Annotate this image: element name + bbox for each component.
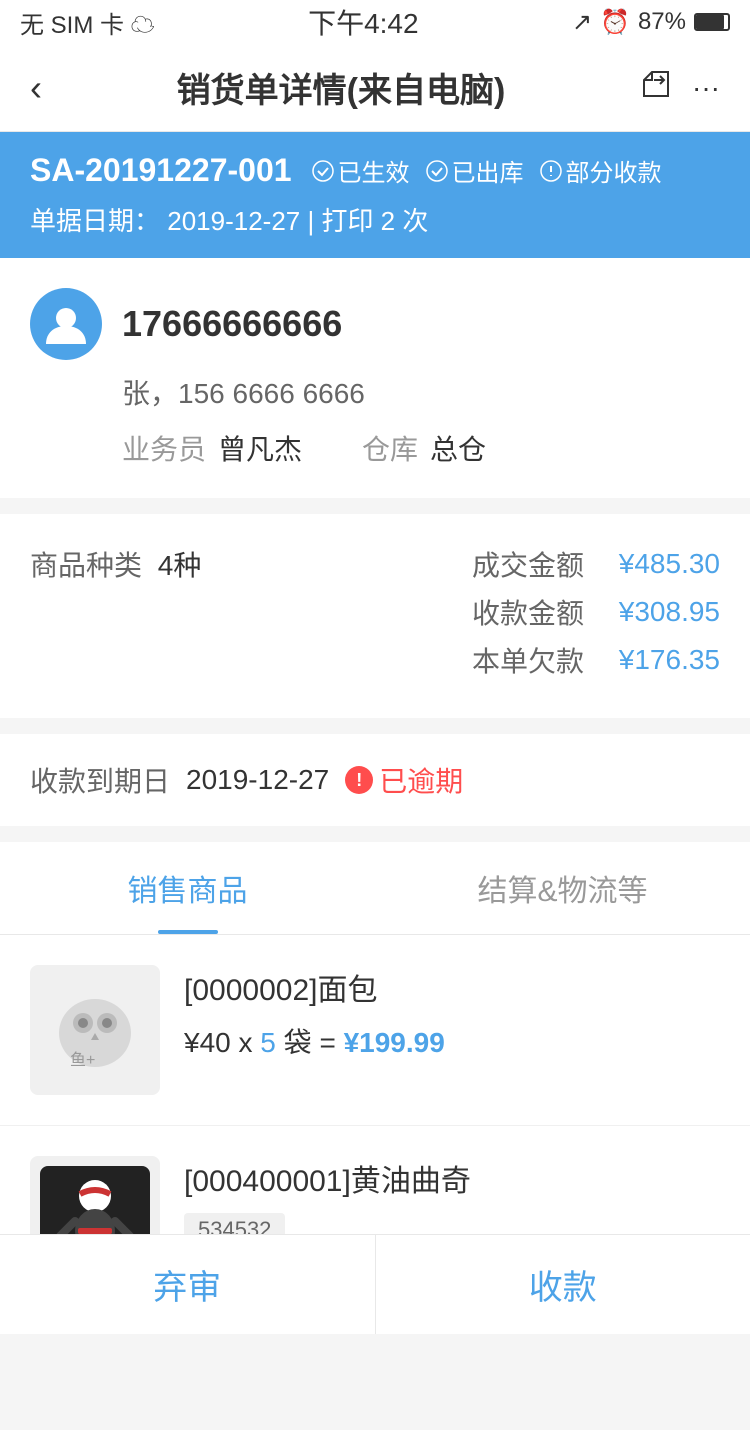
- back-button[interactable]: ‹: [30, 67, 42, 109]
- amount-label: 成交金额: [472, 544, 584, 584]
- price-unit: ¥40: [184, 1027, 231, 1058]
- alarm-icon: ⏰: [600, 8, 630, 37]
- price-total: ¥199.99: [344, 1027, 445, 1058]
- banner-top: SA-20191227-001 已生效 已出库 部分收款: [30, 152, 720, 189]
- tabs-section: 销售商品 结算&物流等: [0, 842, 750, 935]
- product-thumbnail: 鱼+: [30, 965, 160, 1095]
- product-type-stat: 商品种类 4种: [30, 544, 201, 584]
- amount-stat: 成交金额 ¥485.30: [472, 544, 720, 584]
- nav-bar: ‹ 销货单详情(来自电脑) ···: [0, 44, 750, 132]
- due-section: 收款到期日 2019-12-27 ! 已逾期: [0, 734, 750, 826]
- stats-row: 商品种类 4种 成交金额 ¥485.30 收款金额 ¥308.95 本单欠款 ¥…: [30, 544, 720, 688]
- due-label: 收款到期日: [30, 760, 170, 800]
- overdue-text: 已逾期: [379, 760, 463, 800]
- svg-text:鱼+: 鱼+: [70, 1051, 95, 1069]
- battery-icon: ↗: [572, 8, 592, 37]
- price-unit-label: 袋: [284, 1027, 312, 1058]
- type-value: 4种: [158, 550, 202, 581]
- owed-stat: 本单欠款 ¥176.35: [472, 640, 720, 680]
- warehouse-name: 总仓: [430, 428, 486, 468]
- warehouse-label: 仓库: [362, 428, 418, 468]
- received-value: ¥308.95: [600, 596, 720, 628]
- staff-info: 业务员 曾凡杰: [122, 428, 302, 468]
- staff-name: 曾凡杰: [218, 428, 302, 468]
- product-price: ¥40 x 5 袋 = ¥199.99: [184, 1021, 720, 1061]
- customer-meta: 业务员 曾凡杰 仓库 总仓: [30, 428, 720, 468]
- product-info: [0000002]面包 ¥40 x 5 袋 = ¥199.99: [184, 965, 720, 1061]
- stats-right: 成交金额 ¥485.30 收款金额 ¥308.95 本单欠款 ¥176.35: [472, 544, 720, 688]
- overdue-icon: !: [345, 766, 373, 794]
- overdue-badge: ! 已逾期: [345, 760, 463, 800]
- price-multiply: x: [239, 1027, 261, 1058]
- sim-status: 无 SIM 卡 ☁: [20, 5, 155, 40]
- price-equals: =: [319, 1027, 343, 1058]
- bottom-bar: 弃审 收款: [0, 1234, 750, 1334]
- status-tags: 已生效 已出库 部分收款: [312, 153, 662, 188]
- banner-date: 单据日期： 2019-12-27 | 打印 2 次: [30, 201, 720, 238]
- customer-phone: 17666666666: [122, 303, 342, 345]
- header-banner: SA-20191227-001 已生效 已出库 部分收款 单据日期： 2019-…: [0, 132, 750, 258]
- product-name: [0000002]面包: [184, 965, 720, 1009]
- received-stat: 收款金额 ¥308.95: [472, 592, 720, 632]
- share-button[interactable]: [640, 68, 672, 107]
- battery-bar: [694, 13, 730, 31]
- status-shipped: 已出库: [426, 153, 524, 188]
- owed-value: ¥176.35: [600, 644, 720, 676]
- due-date: 2019-12-27: [186, 764, 329, 796]
- list-item: 鱼+ [0000002]面包 ¥40 x 5 袋 = ¥199.99: [0, 935, 750, 1126]
- status-partial: 部分收款: [540, 153, 662, 188]
- cancel-button[interactable]: 弃审: [0, 1235, 376, 1334]
- avatar: [30, 288, 102, 360]
- nav-actions: ···: [640, 68, 720, 107]
- page-title: 销货单详情(来自电脑): [177, 63, 506, 112]
- warehouse-info: 仓库 总仓: [362, 428, 486, 468]
- stats-left: 商品种类 4种: [30, 544, 201, 584]
- tab-products[interactable]: 销售商品: [0, 842, 375, 934]
- tabs-row: 销售商品 结算&物流等: [0, 842, 750, 935]
- battery-level: 87%: [638, 8, 686, 36]
- confirm-button[interactable]: 收款: [376, 1235, 750, 1334]
- tab-settlement[interactable]: 结算&物流等: [375, 842, 750, 934]
- status-left: 无 SIM 卡 ☁: [20, 5, 155, 40]
- product-name-2: [000400001]黄油曲奇: [184, 1156, 720, 1200]
- status-effective: 已生效: [312, 153, 410, 188]
- amount-value: ¥485.30: [600, 548, 720, 580]
- received-label: 收款金额: [472, 592, 584, 632]
- customer-top: 17666666666: [30, 288, 720, 360]
- owed-label: 本单欠款: [472, 640, 584, 680]
- order-id: SA-20191227-001: [30, 152, 292, 189]
- status-time: 下午4:42: [308, 2, 419, 42]
- staff-label: 业务员: [122, 428, 206, 468]
- customer-name: 张，156 6666 6666: [30, 372, 720, 412]
- price-qty: 5: [260, 1027, 276, 1058]
- type-label: 商品种类: [30, 550, 142, 581]
- status-right: ↗ ⏰ 87%: [572, 8, 730, 37]
- more-button[interactable]: ···: [692, 72, 720, 104]
- status-bar: 无 SIM 卡 ☁ 下午4:42 ↗ ⏰ 87%: [0, 0, 750, 44]
- stats-section: 商品种类 4种 成交金额 ¥485.30 收款金额 ¥308.95 本单欠款 ¥…: [0, 514, 750, 718]
- customer-section: 17666666666 张，156 6666 6666 业务员 曾凡杰 仓库 总…: [0, 258, 750, 498]
